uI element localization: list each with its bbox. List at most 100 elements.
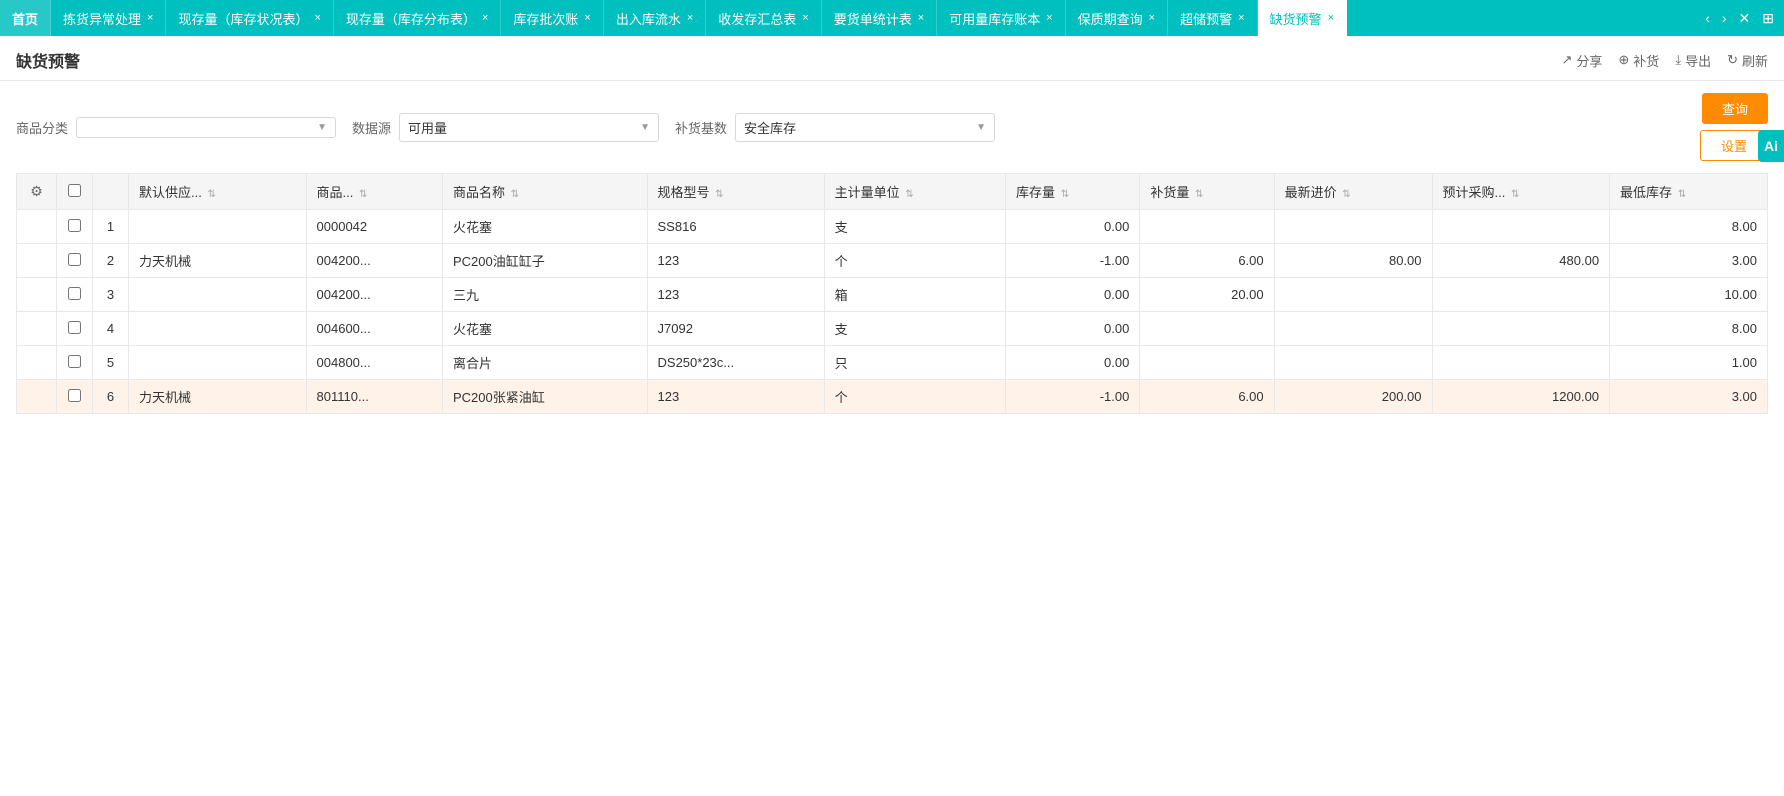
row-cell: 6.00 <box>1140 380 1274 414</box>
row-checkbox[interactable] <box>68 287 81 300</box>
nav-tab-label: 现存量（库存状况表） <box>178 9 308 28</box>
restock-button[interactable]: ⊕ 补货 <box>1618 51 1659 70</box>
col-unit[interactable]: 主计量单位 ⇅ <box>824 174 1005 210</box>
nav-tab-inventory-status[interactable]: 现存量（库存状况表） × <box>166 0 333 36</box>
row-cell: 6.00 <box>1140 244 1274 278</box>
row-checkbox-cell[interactable] <box>57 312 93 346</box>
nav-tab-home[interactable]: 首页 <box>0 0 51 36</box>
nav-tab-label: 现存量（库存分布表） <box>346 9 476 28</box>
refresh-button[interactable]: ↻ 刷新 <box>1727 51 1768 70</box>
row-checkbox[interactable] <box>68 321 81 334</box>
restock-base-select-value: 安全库存 <box>744 118 796 137</box>
nav-tab-abnormal[interactable]: 拣货异常处理 × <box>51 0 166 36</box>
col-restock[interactable]: 补货量 ⇅ <box>1140 174 1274 210</box>
nav-tab-inventory-dist[interactable]: 现存量（库存分布表） × <box>334 0 501 36</box>
row-cell: 只 <box>824 346 1005 380</box>
col-code-sort-icon: ⇅ <box>359 189 367 200</box>
nav-tab-collect-summary[interactable]: 收发存汇总表× <box>706 0 821 36</box>
nav-tab-expiry-query[interactable]: 保质期查询 × <box>1066 0 1168 36</box>
nav-tab-available-ledger[interactable]: 可用量库存账本× <box>937 0 1065 36</box>
row-cell <box>1432 210 1610 244</box>
col-restock-label: 补货量 <box>1150 185 1189 200</box>
nav-tab-close-icon[interactable]: × <box>1046 12 1052 24</box>
nav-tab-overstock[interactable]: 超储预警× <box>1168 0 1257 36</box>
nav-tab-label: 出入库流水 <box>616 9 681 28</box>
select-all-checkbox[interactable] <box>68 184 81 197</box>
row-num-cell: 5 <box>93 346 129 380</box>
col-latest-price-sort-icon: ⇅ <box>1342 189 1350 200</box>
row-settings-cell <box>17 210 57 244</box>
col-min-stock[interactable]: 最低库存 ⇅ <box>1610 174 1768 210</box>
nav-prev-button[interactable]: ‹ <box>1699 6 1716 30</box>
row-checkbox-cell[interactable] <box>57 278 93 312</box>
export-button[interactable]: ⤓ 导出 <box>1675 51 1711 70</box>
col-est-purchase-label: 预计采购... <box>1443 185 1506 200</box>
nav-next-button[interactable]: › <box>1716 6 1733 30</box>
nav-tab-inout-flow[interactable]: 出入库流水 × <box>604 0 706 36</box>
row-checkbox-cell[interactable] <box>57 210 93 244</box>
category-select[interactable]: ▼ <box>76 117 336 138</box>
datasource-select-value: 可用量 <box>408 118 447 137</box>
nav-tab-shortage[interactable]: 缺货预警× <box>1258 0 1347 36</box>
nav-tab-label: 保质期查询 <box>1078 9 1143 28</box>
nav-tab-close-icon[interactable]: × <box>687 12 693 24</box>
row-settings-cell <box>17 380 57 414</box>
row-checkbox[interactable] <box>68 219 81 232</box>
nav-tab-close-icon[interactable]: × <box>584 12 590 24</box>
refresh-icon: ↻ <box>1727 52 1738 68</box>
row-cell <box>129 346 307 380</box>
nav-tab-order-stats[interactable]: 要货单统计表× <box>822 0 937 36</box>
row-cell: SS816 <box>647 210 824 244</box>
col-code[interactable]: 商品... ⇅ <box>306 174 442 210</box>
col-min-stock-sort-icon: ⇅ <box>1678 189 1686 200</box>
nav-tab-label: 首页 <box>12 9 38 28</box>
col-check[interactable] <box>57 174 93 210</box>
row-checkbox[interactable] <box>68 355 81 368</box>
export-icon: ⤓ <box>1675 52 1681 68</box>
row-cell: 0.00 <box>1006 278 1140 312</box>
row-cell <box>1274 278 1432 312</box>
nav-close-button[interactable]: ✕ <box>1733 6 1757 31</box>
row-cell: PC200张紧油缸 <box>442 380 647 414</box>
nav-expand-button[interactable]: ⊞ <box>1756 6 1780 31</box>
row-checkbox[interactable] <box>68 253 81 266</box>
col-spec[interactable]: 规格型号 ⇅ <box>647 174 824 210</box>
ai-assistant-button[interactable]: Ai <box>1758 130 1784 162</box>
nav-tab-close-icon[interactable]: × <box>918 12 924 24</box>
col-latest-price-label: 最新进价 <box>1285 185 1337 200</box>
row-checkbox-cell[interactable] <box>57 244 93 278</box>
nav-tab-close-icon[interactable]: × <box>482 12 488 24</box>
nav-tab-close-icon[interactable]: × <box>802 12 808 24</box>
nav-tab-close-icon[interactable]: × <box>1149 12 1155 24</box>
nav-tab-close-icon[interactable]: × <box>314 12 320 24</box>
share-button[interactable]: ↗ 分享 <box>1561 51 1602 70</box>
col-est-purchase[interactable]: 预计采购... ⇅ <box>1432 174 1610 210</box>
row-cell: -1.00 <box>1006 244 1140 278</box>
col-latest-price[interactable]: 最新进价 ⇅ <box>1274 174 1432 210</box>
col-num <box>93 174 129 210</box>
row-cell: 箱 <box>824 278 1005 312</box>
row-cell: 1.00 <box>1610 346 1768 380</box>
col-unit-label: 主计量单位 <box>835 185 900 200</box>
row-checkbox-cell[interactable] <box>57 380 93 414</box>
query-button[interactable]: 查询 <box>1702 93 1768 124</box>
row-cell: 004800... <box>306 346 442 380</box>
table-container: ⚙ 默认供应... ⇅ 商品... ⇅ 商品名称 <box>0 173 1784 414</box>
col-name[interactable]: 商品名称 ⇅ <box>442 174 647 210</box>
row-checkbox[interactable] <box>68 389 81 402</box>
restock-base-select[interactable]: 安全库存 ▼ <box>735 113 995 142</box>
nav-tab-close-icon[interactable]: × <box>147 12 153 24</box>
col-unit-sort-icon: ⇅ <box>905 189 913 200</box>
row-checkbox-cell[interactable] <box>57 346 93 380</box>
nav-tab-label: 拣货异常处理 <box>63 9 141 28</box>
row-cell: 10.00 <box>1610 278 1768 312</box>
row-cell: J7092 <box>647 312 824 346</box>
col-supplier[interactable]: 默认供应... ⇅ <box>129 174 307 210</box>
col-settings[interactable]: ⚙ <box>17 174 57 210</box>
col-stock[interactable]: 库存量 ⇅ <box>1006 174 1140 210</box>
nav-tab-close-icon[interactable]: × <box>1328 12 1334 24</box>
nav-tab-close-icon[interactable]: × <box>1238 12 1244 24</box>
nav-tab-batch-account[interactable]: 库存批次账× <box>501 0 603 36</box>
datasource-select[interactable]: 可用量 ▼ <box>399 113 659 142</box>
table-row: 5004800...离合片DS250*23c...只0.001.00 <box>17 346 1768 380</box>
